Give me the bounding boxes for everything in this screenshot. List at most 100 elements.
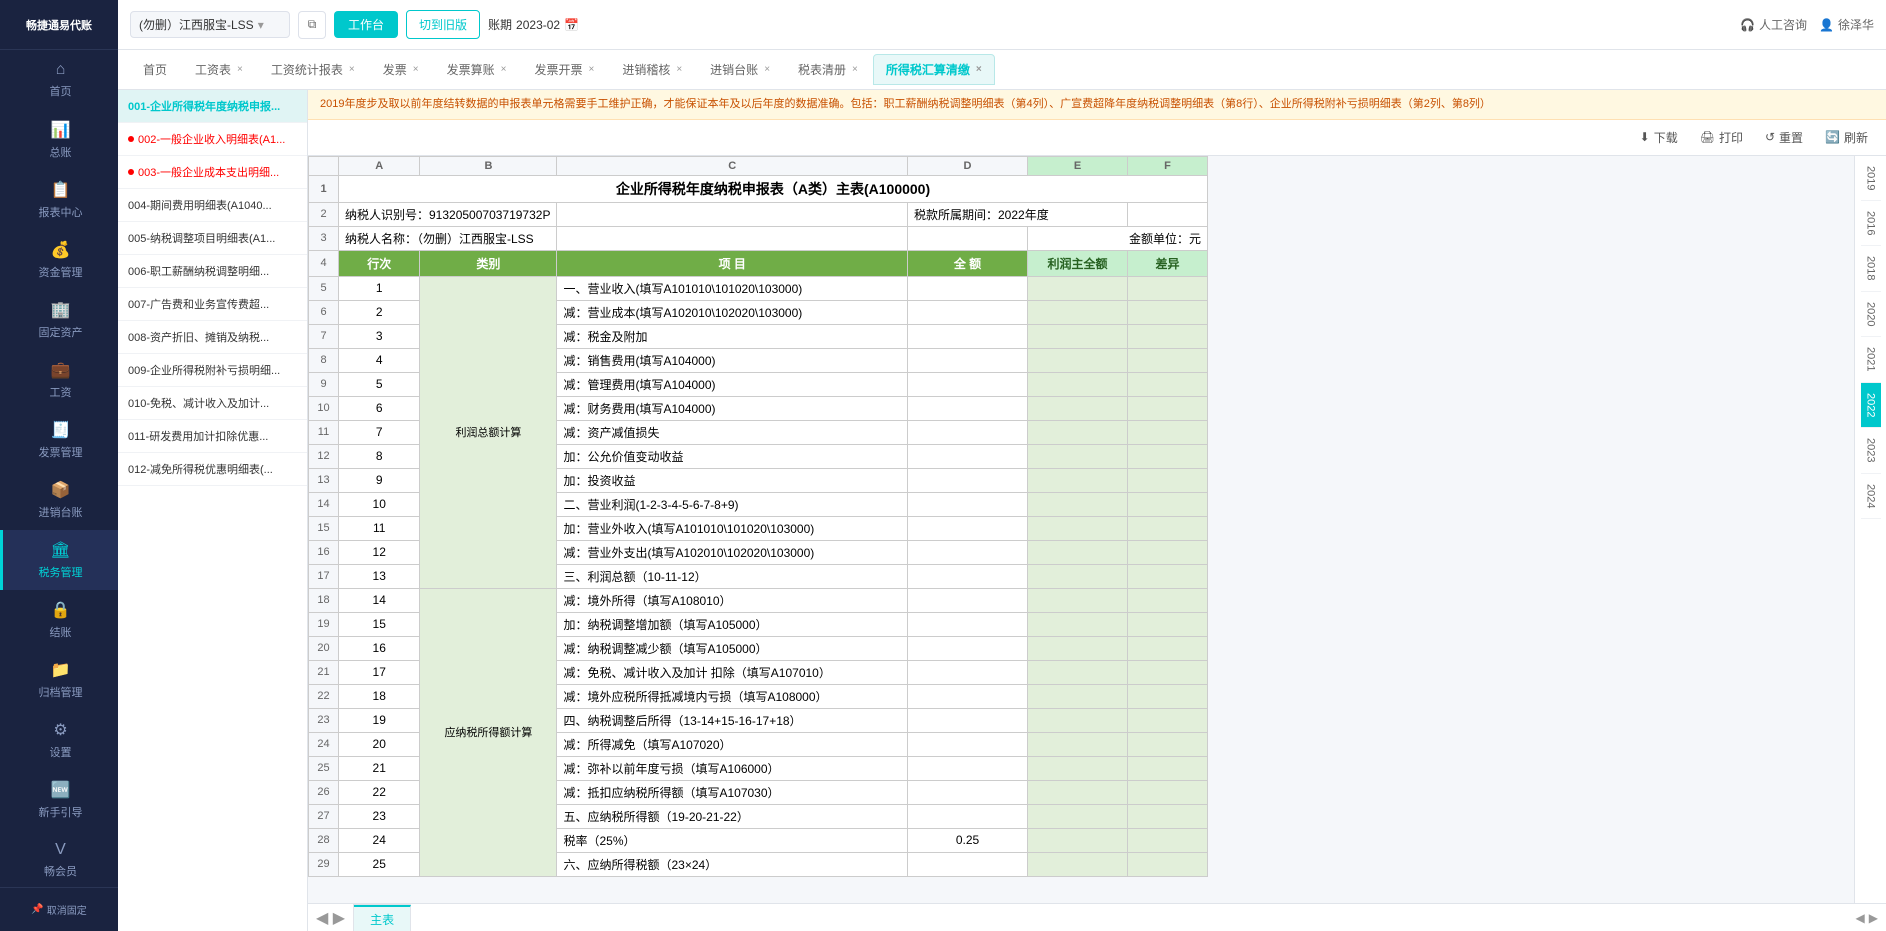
- left-panel-item-002[interactable]: 002-一般企业收入明细表(A1...: [118, 123, 307, 156]
- scroll-left-icon[interactable]: ◀: [1856, 911, 1865, 925]
- tab-close-icon[interactable]: ×: [676, 64, 682, 75]
- app-logo: 畅捷通易代账: [0, 0, 118, 50]
- sidebar-item-report[interactable]: 📋报表中心: [0, 170, 118, 230]
- tab-sales_check[interactable]: 进销稽核×: [609, 54, 695, 85]
- sidebar-item-label: 报表中心: [39, 204, 83, 220]
- refresh-button[interactable]: 🔄 刷新: [1819, 126, 1874, 149]
- col-header-d: D: [908, 156, 1028, 175]
- title-row: 1企业所得税年度纳税申报表（A类）主表(A100000): [309, 175, 1208, 202]
- tab-close-icon[interactable]: ×: [501, 64, 507, 75]
- sheet-nav-prev[interactable]: ◀ ▶: [308, 904, 354, 931]
- left-panel-item-012[interactable]: 012-减免所得税优惠明细表(...: [118, 453, 307, 486]
- sidebar-item-newguide[interactable]: 🆕新手引导: [0, 770, 118, 830]
- tab-invoice_list[interactable]: 发票 ×: [370, 54, 432, 85]
- user-icon: 👤: [1819, 18, 1834, 32]
- year-item-2018[interactable]: 2018: [1861, 246, 1881, 291]
- sidebar-item-label: 新手引导: [39, 804, 83, 820]
- left-panel-item-009[interactable]: 009-企业所得税附补亏损明细...: [118, 354, 307, 387]
- sidebar: 畅捷通易代账 ⌂首页📊总账📋报表中心💰资金管理🏢固定资产💼工资🧾发票管理📦进销台…: [0, 0, 118, 931]
- copy-icon[interactable]: ⧉: [298, 11, 326, 39]
- tab-salary[interactable]: 工资表×: [182, 54, 256, 85]
- sidebar-item-settings[interactable]: ⚙设置: [0, 710, 118, 770]
- year-item-2020[interactable]: 2020: [1861, 292, 1881, 337]
- sidebar-item-invoice[interactable]: 🧾发票管理: [0, 410, 118, 470]
- year-item-2022[interactable]: 2022: [1861, 383, 1881, 428]
- download-button[interactable]: ⬇ 下载: [1634, 126, 1684, 149]
- sidebar-item-home[interactable]: ⌂首页: [0, 50, 118, 110]
- reset-button[interactable]: ↺ 重置: [1759, 126, 1809, 149]
- user-profile[interactable]: 👤 徐泽华: [1819, 16, 1874, 33]
- sidebar-item-salary[interactable]: 💼工资: [0, 350, 118, 410]
- left-panel-item-006[interactable]: 006-职工薪酬纳税调整明细...: [118, 255, 307, 288]
- tab-close-icon[interactable]: ×: [976, 64, 982, 75]
- archive-icon: 📁: [51, 660, 71, 680]
- company-name: (勿删）江西服宝-LSS: [139, 16, 254, 33]
- table-header-row: 4行次类别项 目全 额利润主全额差异: [309, 250, 1208, 276]
- left-panel-item-008[interactable]: 008-资产折旧、摊销及纳税...: [118, 321, 307, 354]
- company-selector[interactable]: (勿删）江西服宝-LSS ▾: [130, 11, 290, 38]
- sidebar-item-general[interactable]: 📊总账: [0, 110, 118, 170]
- workbench-button[interactable]: 工作台: [334, 11, 398, 38]
- scroll-right-icon[interactable]: ▶: [1869, 911, 1878, 925]
- sheet-tab-main[interactable]: 主表: [354, 905, 411, 931]
- tab-close-icon[interactable]: ×: [237, 64, 243, 75]
- print-button[interactable]: 🖨 打印: [1694, 126, 1749, 149]
- sidebar-footer: 📌 取消固定: [0, 887, 118, 931]
- tax-icon: 🏛: [50, 540, 70, 560]
- sidebar-item-archive[interactable]: 📁 归档管理: [0, 650, 118, 710]
- left-panel-item-005[interactable]: 005-纳税调整项目明细表(A1...: [118, 222, 307, 255]
- left-panel-item-007[interactable]: 007-广告费和业务宣传费超...: [118, 288, 307, 321]
- tab-home[interactable]: 首页: [130, 54, 180, 85]
- year-item-2024[interactable]: 2024: [1861, 474, 1881, 519]
- tab-invoice_open[interactable]: 发票开票×: [521, 54, 607, 85]
- sidebar-item-vip[interactable]: V畅会员: [0, 830, 118, 887]
- sidebar-item-tax[interactable]: 🏛税务管理: [0, 530, 118, 590]
- headset-icon: 🎧: [1740, 18, 1755, 32]
- main-content: (勿删）江西服宝-LSS ▾ ⧉ 工作台 切到旧版 账期 2023-02 📅 🎧…: [118, 0, 1886, 931]
- sidebar-item-label: 首页: [50, 83, 72, 99]
- tab-close-icon[interactable]: ×: [764, 64, 770, 75]
- tab-salary_stats[interactable]: 工资统计报表 ×: [258, 54, 368, 85]
- tab-tax_clearance[interactable]: 税表清册×: [785, 54, 871, 85]
- tab-income_tax[interactable]: 所得税汇算清缴×: [873, 54, 995, 85]
- col-header-a: A: [339, 156, 420, 175]
- sidebar-item-label: 归档管理: [39, 684, 83, 700]
- calendar-icon[interactable]: 📅: [564, 18, 579, 32]
- assets-icon: 🏢: [51, 300, 71, 320]
- year-item-2023[interactable]: 2023: [1861, 428, 1881, 473]
- tab-label: 工资统计报表: [271, 61, 343, 78]
- tab-close-icon[interactable]: ×: [349, 64, 355, 75]
- tab-close-icon[interactable]: ×: [413, 64, 419, 75]
- right-panel: 2019年度步及取以前年度结转数据的申报表单元格需要手工维护正确，才能保证本年及…: [308, 90, 1886, 931]
- left-panel-item-003[interactable]: 003-一般企业成本支出明细...: [118, 156, 307, 189]
- tab-label: 发票: [383, 61, 407, 78]
- left-panel-item-004[interactable]: 004-期间费用明细表(A1040...: [118, 189, 307, 222]
- tab-invoice_calc[interactable]: 发票算账×: [434, 54, 520, 85]
- sidebar-item-assets[interactable]: 🏢固定资产: [0, 290, 118, 350]
- unpin-button[interactable]: 📌 取消固定: [23, 898, 94, 921]
- spreadsheet-main[interactable]: A B C D E F 1企业所得税年度纳税申报表（A类）主表(A100000)…: [308, 156, 1854, 904]
- info-row-name: 3 纳税人名称：（勿删）江西服宝-LSS 金额单位：元: [309, 226, 1208, 250]
- reset-icon: ↺: [1765, 130, 1775, 144]
- sidebar-item-close[interactable]: 🔒结账: [0, 590, 118, 650]
- sidebar-item-label: 发票管理: [39, 444, 83, 460]
- year-item-2016[interactable]: 2016: [1861, 201, 1881, 246]
- year-item-2021[interactable]: 2021: [1861, 337, 1881, 382]
- unit-label: 金额单位：元: [1028, 226, 1208, 250]
- sidebar-item-purchase[interactable]: 📦进销台账: [0, 470, 118, 530]
- tab-close-icon[interactable]: ×: [588, 64, 594, 75]
- left-panel: 001-企业所得税年度纳税申报...002-一般企业收入明细表(A1...003…: [118, 90, 308, 931]
- tab-sales_ledger[interactable]: 进销台账×: [697, 54, 783, 85]
- vip-icon: V: [55, 841, 66, 859]
- left-panel-item-011[interactable]: 011-研发费用加计扣除优惠...: [118, 420, 307, 453]
- year-item-2019[interactable]: 2019: [1861, 156, 1881, 201]
- tab-close-icon[interactable]: ×: [852, 64, 858, 75]
- left-panel-item-001[interactable]: 001-企业所得税年度纳税申报...: [118, 90, 307, 123]
- title-cell: 企业所得税年度纳税申报表（A类）主表(A100000): [339, 175, 1208, 202]
- service-btn[interactable]: 🎧 人工咨询: [1740, 16, 1807, 33]
- left-panel-item-010[interactable]: 010-免税、减计收入及加计...: [118, 387, 307, 420]
- error-dot: [128, 169, 134, 175]
- switch-old-button[interactable]: 切到旧版: [406, 10, 480, 39]
- sidebar-item-capital[interactable]: 💰资金管理: [0, 230, 118, 290]
- sheet-table: A B C D E F 1企业所得税年度纳税申报表（A类）主表(A100000)…: [308, 156, 1208, 877]
